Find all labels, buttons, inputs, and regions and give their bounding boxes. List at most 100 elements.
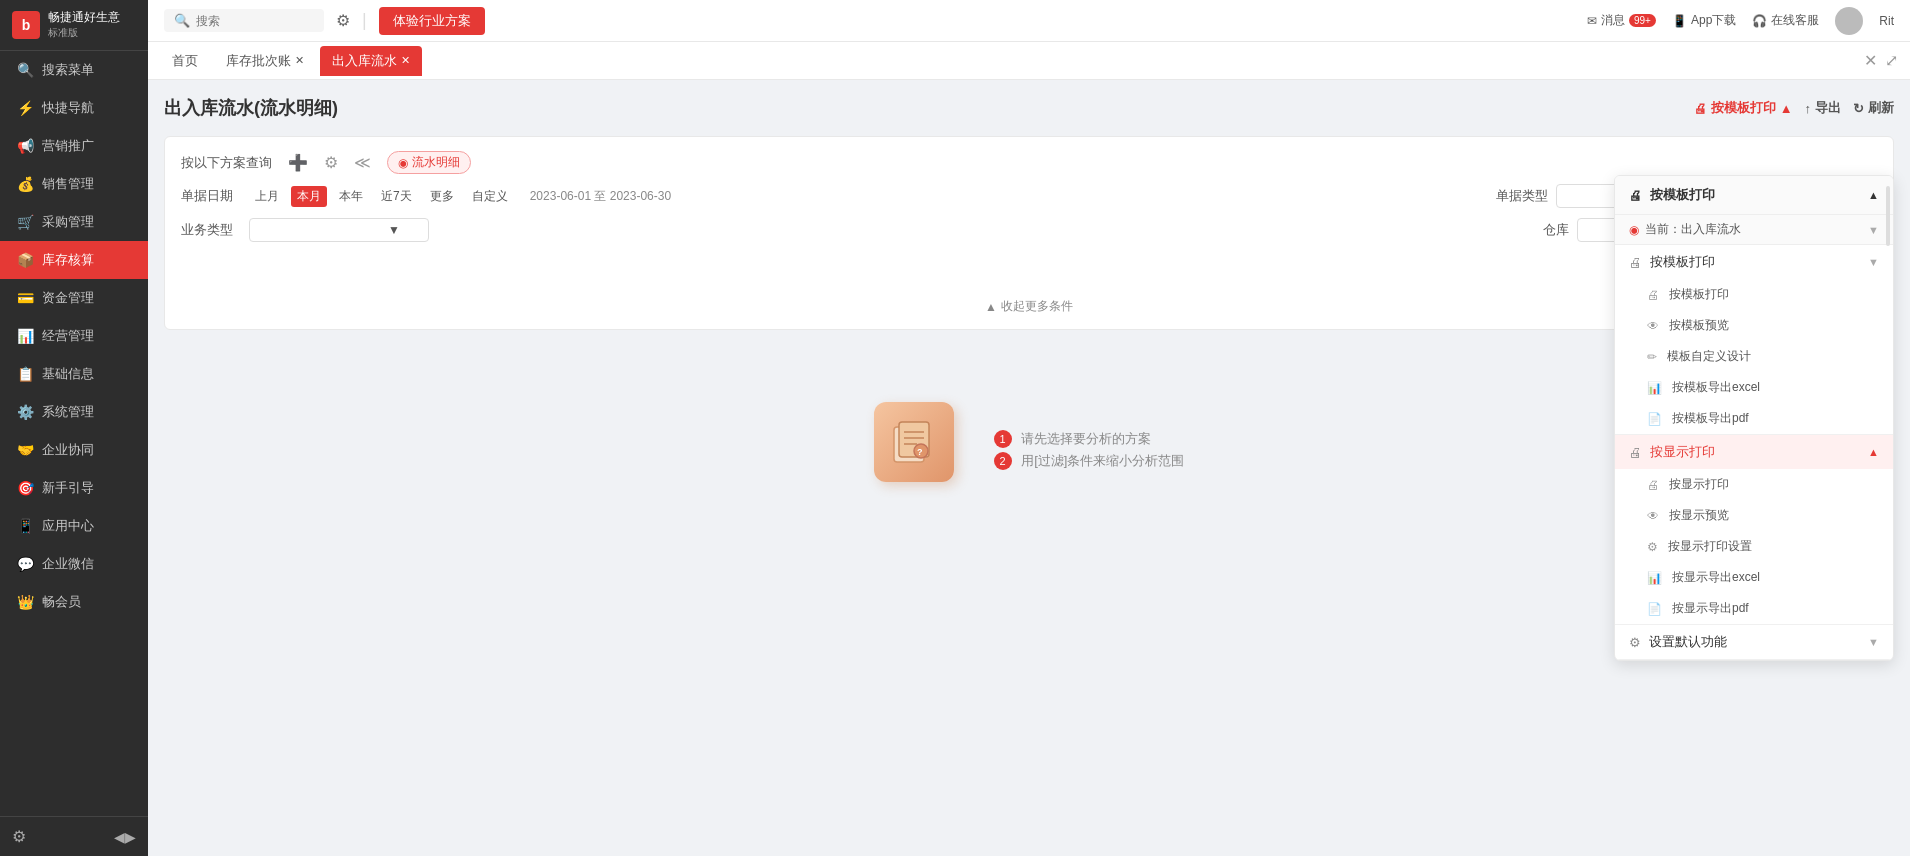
dropdown-header: 🖨 按模板打印 ▲: [1615, 176, 1893, 215]
template-sub-item-1[interactable]: 🖨 按模板打印: [1615, 279, 1893, 310]
chevron-up-small[interactable]: ▲: [1868, 189, 1879, 201]
template-sub-item-3[interactable]: ✏ 模板自定义设计: [1615, 341, 1893, 372]
display-sub-item-1[interactable]: 🖨 按显示打印: [1615, 469, 1893, 500]
template-sub-item-4[interactable]: 📊 按模板导出excel: [1615, 372, 1893, 403]
message-label: 消息: [1601, 12, 1625, 29]
date-shortcut-7days[interactable]: 近7天: [375, 186, 418, 207]
template-sub-item-5[interactable]: 📄 按模板导出pdf: [1615, 403, 1893, 434]
display-sub-icon-4: 📊: [1647, 571, 1662, 585]
tab-home[interactable]: 首页: [160, 46, 210, 76]
date-shortcut-last-month[interactable]: 上月: [249, 186, 285, 207]
sidebar-item-marketing[interactable]: 📢 营销推广: [0, 127, 148, 165]
tab-flow[interactable]: 出入库流水 ✕: [320, 46, 422, 76]
page-title-text: 出入库流水(流水明细): [164, 96, 338, 120]
expand-tabs-icon[interactable]: ⤢: [1885, 51, 1898, 70]
export-btn[interactable]: ↑ 导出: [1805, 99, 1842, 117]
settings-icon[interactable]: ⚙: [12, 827, 26, 846]
default-settings-header[interactable]: ⚙ 设置默认功能 ▼: [1615, 625, 1893, 659]
display-sub-item-5[interactable]: 📄 按显示导出pdf: [1615, 593, 1893, 624]
refresh-label: 刷新: [1868, 99, 1894, 117]
refresh-btn[interactable]: ↻ 刷新: [1853, 99, 1894, 117]
close-all-tabs-icon[interactable]: ✕: [1864, 51, 1877, 70]
settings-filter-icon[interactable]: ⚙: [324, 153, 338, 172]
tab-flow-label: 出入库流水: [332, 52, 397, 70]
sidebar-item-sales[interactable]: 💰 销售管理: [0, 165, 148, 203]
collapse-filter-icon[interactable]: ≪: [354, 153, 371, 172]
display-sub-item-3[interactable]: ⚙ 按显示打印设置: [1615, 531, 1893, 562]
display-sub-item-2[interactable]: 👁 按显示预览: [1615, 500, 1893, 531]
date-shortcut-this-month[interactable]: 本月: [291, 186, 327, 207]
message-section[interactable]: ✉ 消息 99+: [1587, 12, 1656, 29]
sidebar-item-purchase[interactable]: 🛒 采购管理: [0, 203, 148, 241]
tabs-bar: 首页 库存批次账 ✕ 出入库流水 ✕ ✕ ⤢: [148, 42, 1910, 80]
main-area: 🔍 ⚙ | 体验行业方案 ✉ 消息 99+ 📱 App下载 🎧 在线客服 Rit: [148, 0, 1910, 856]
sidebar-item-apps[interactable]: 📱 应用中心: [0, 507, 148, 545]
sidebar-item-shortcuts[interactable]: ⚡ 快捷导航: [0, 89, 148, 127]
sidebar-item-operations[interactable]: 📊 经营管理: [0, 317, 148, 355]
sidebar-item-label: 经营管理: [42, 327, 94, 345]
sidebar-item-label: 畅会员: [42, 593, 81, 611]
message-icon: ✉: [1587, 14, 1597, 28]
sidebar-item-wechat[interactable]: 💬 企业微信: [0, 545, 148, 583]
display-print-section: 🖨 按显示打印 ▲ 🖨 按显示打印 👁 按显示预览 ⚙ 按显示打印设置: [1615, 435, 1893, 625]
add-filter-icon[interactable]: ➕: [288, 153, 308, 172]
sidebar-item-enterprise[interactable]: 🤝 企业协同: [0, 431, 148, 469]
display-sub-item-4[interactable]: 📊 按显示导出excel: [1615, 562, 1893, 593]
collapse-label: 收起更多条件: [1001, 298, 1073, 315]
sidebar-item-system[interactable]: ⚙️ 系统管理: [0, 393, 148, 431]
display-sub-icon-5: 📄: [1647, 602, 1662, 616]
date-shortcut-more[interactable]: 更多: [424, 186, 460, 207]
sidebar-item-member[interactable]: 👑 畅会员: [0, 583, 148, 621]
sidebar-item-label: 资金管理: [42, 289, 94, 307]
sidebar-item-finance[interactable]: 💳 资金管理: [0, 279, 148, 317]
active-filter-tag[interactable]: ◉ 流水明细: [387, 151, 471, 174]
chevron-up-icon: ▲: [1780, 101, 1793, 116]
sidebar-item-label: 企业协同: [42, 441, 94, 459]
biz-type-chevron: ▼: [388, 223, 400, 237]
online-service-section[interactable]: 🎧 在线客服: [1752, 12, 1819, 29]
print-template-btn[interactable]: 🖨 按模板打印 ▲: [1694, 99, 1793, 117]
date-shortcut-custom[interactable]: 自定义: [466, 186, 514, 207]
sidebar-item-label: 基础信息: [42, 365, 94, 383]
clipboard-icon: 📋: [16, 366, 34, 382]
logo-subtitle: 标准版: [48, 26, 120, 40]
user-avatar[interactable]: [1835, 7, 1863, 35]
online-service-label: 在线客服: [1771, 12, 1819, 29]
logo-title: 畅捷通好生意: [48, 10, 120, 26]
template-print-header[interactable]: 🖨 按模板打印 ▼: [1615, 245, 1893, 279]
sidebar-item-label: 搜索菜单: [42, 61, 94, 79]
topbar-search-input[interactable]: [196, 14, 296, 28]
sub-icon-4: 📊: [1647, 381, 1662, 395]
sub-icon-2: 👁: [1647, 319, 1659, 333]
chart-icon: 📊: [16, 328, 34, 344]
message-badge: 99+: [1629, 14, 1656, 27]
search-icon: 🔍: [16, 62, 34, 78]
app-download-section[interactable]: 📱 App下载: [1672, 12, 1736, 29]
filter-tag-icon: ◉: [398, 156, 408, 170]
hint-num-1: 1: [994, 430, 1012, 448]
topbar-gear-icon[interactable]: ⚙: [336, 11, 350, 30]
template-sub-item-2[interactable]: 👁 按模板预览: [1615, 310, 1893, 341]
empty-icon: ?: [874, 402, 954, 482]
tab-batch[interactable]: 库存批次账 ✕: [214, 46, 316, 76]
date-shortcut-this-year[interactable]: 本年: [333, 186, 369, 207]
scrollbar-thumb: [1886, 186, 1890, 246]
print-template-label: 按模板打印: [1711, 99, 1776, 117]
experience-btn[interactable]: 体验行业方案: [379, 7, 485, 35]
biz-type-select[interactable]: ▼: [249, 218, 429, 242]
box-icon: 📦: [16, 252, 34, 268]
sidebar-item-search[interactable]: 🔍 搜索菜单: [0, 51, 148, 89]
display-print-header[interactable]: 🖨 按显示打印 ▲: [1615, 435, 1893, 469]
sidebar-item-guide[interactable]: 🎯 新手引导: [0, 469, 148, 507]
tab-batch-close[interactable]: ✕: [295, 54, 304, 67]
display-sub-icon-3: ⚙: [1647, 540, 1658, 554]
mobile-icon: 📱: [16, 518, 34, 534]
tab-flow-close[interactable]: ✕: [401, 54, 410, 67]
dropdown-header-title: 按模板打印: [1650, 186, 1715, 204]
sidebar-item-label: 应用中心: [42, 517, 94, 535]
sidebar-item-inventory[interactable]: 📦 库存核算: [0, 241, 148, 279]
collapse-icon[interactable]: ◀▶: [114, 829, 136, 845]
crown-icon: 👑: [16, 594, 34, 610]
date-label: 单据日期: [181, 187, 233, 205]
sidebar-item-basic[interactable]: 📋 基础信息: [0, 355, 148, 393]
